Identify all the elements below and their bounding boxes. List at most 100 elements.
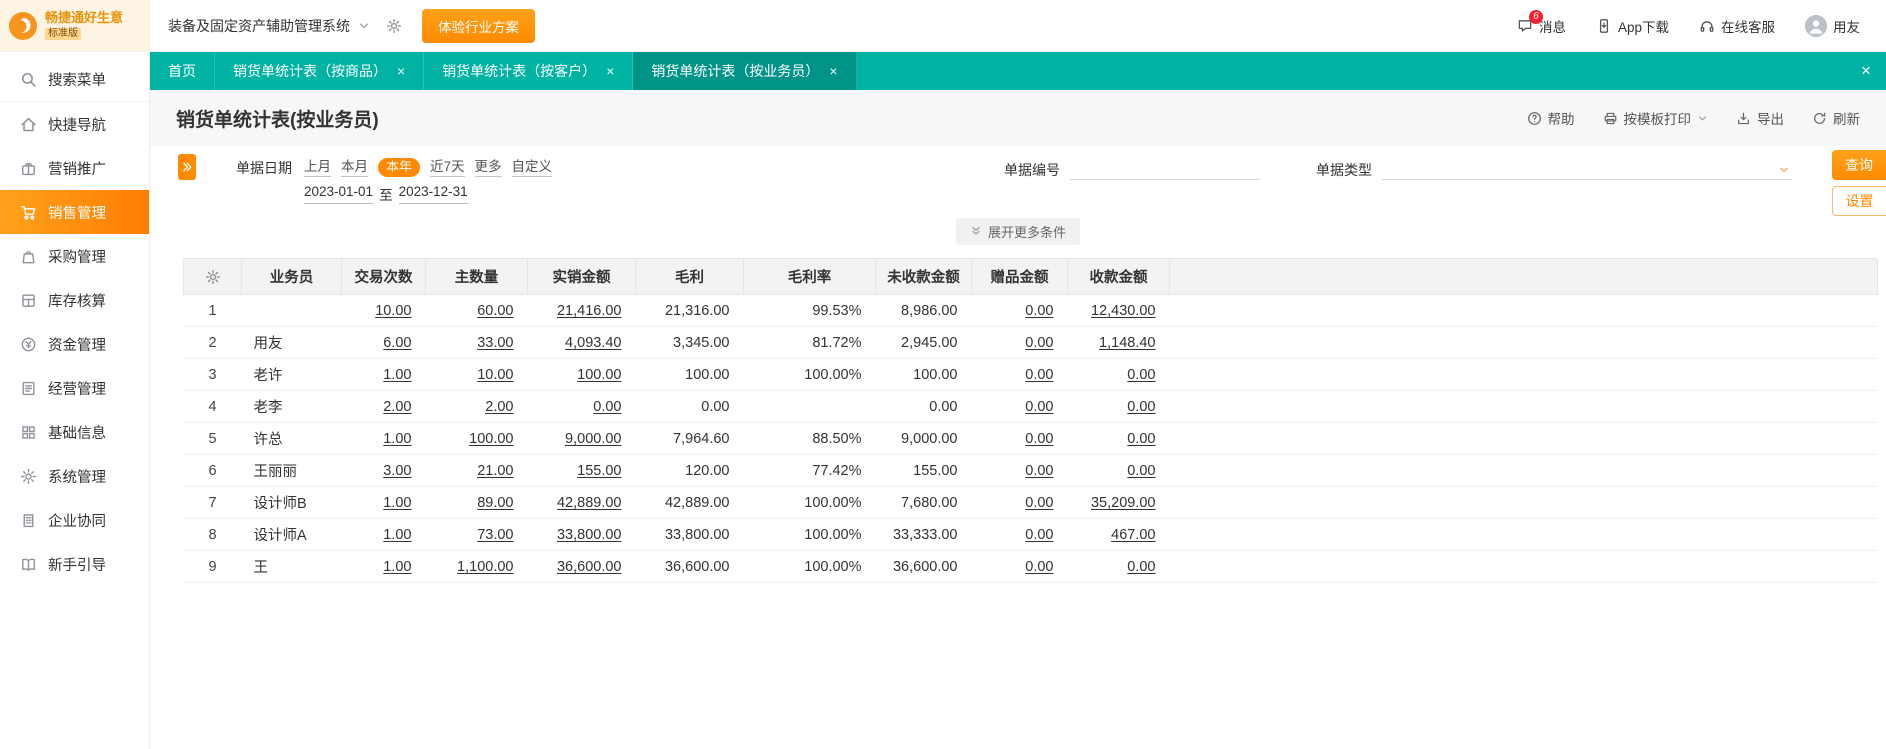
doc-no-input[interactable]: [1070, 158, 1261, 180]
tab-sales-by-customer[interactable]: 销货单统计表（按客户） ×: [424, 52, 634, 90]
drilldown-link[interactable]: 2.00: [485, 399, 513, 415]
drilldown-link[interactable]: 10.00: [477, 367, 513, 383]
logo[interactable]: 畅捷通好生意 标准版: [0, 0, 150, 51]
sidebar-item-funds[interactable]: 资金管理: [0, 322, 149, 366]
drilldown-link[interactable]: 60.00: [477, 303, 513, 319]
doc-type-group: 单据类型: [1316, 158, 1793, 180]
filter-settings-button[interactable]: 设置: [1832, 186, 1886, 216]
drilldown-link[interactable]: 35,209.00: [1091, 495, 1156, 511]
drilldown-link[interactable]: 4,093.40: [565, 335, 621, 351]
sidebar-item-operations[interactable]: 经营管理: [0, 366, 149, 410]
column-settings-icon[interactable]: [205, 269, 221, 285]
drilldown-link[interactable]: 42,889.00: [557, 495, 622, 511]
date-option-last-month[interactable]: 上月: [304, 158, 331, 177]
drilldown-link[interactable]: 100.00: [469, 431, 513, 447]
query-button[interactable]: 查询: [1832, 150, 1886, 180]
print-by-template-button[interactable]: 按模板打印: [1603, 108, 1709, 128]
drilldown-link[interactable]: 0.00: [1127, 463, 1155, 479]
refresh-button[interactable]: 刷新: [1812, 108, 1860, 128]
help-button[interactable]: 帮助: [1527, 108, 1575, 128]
drilldown-link[interactable]: 33,800.00: [557, 527, 622, 543]
drilldown-link[interactable]: 100.00: [577, 367, 621, 383]
sidebar-item-collaboration[interactable]: 企业协同: [0, 498, 149, 542]
system-select[interactable]: 装备及固定资产辅助管理系统: [168, 16, 370, 36]
drilldown-link[interactable]: 0.00: [1025, 335, 1053, 351]
drilldown-link[interactable]: 1.00: [383, 431, 411, 447]
drilldown-link[interactable]: 0.00: [1025, 303, 1053, 319]
online-service-button[interactable]: 在线客服: [1699, 16, 1775, 36]
tab-close-icon[interactable]: ×: [397, 64, 405, 78]
col-header-gift-amount: 赠品金额: [971, 258, 1068, 295]
sidebar-item-quick-nav[interactable]: 快捷导航: [0, 102, 149, 146]
date-option-last-7-days[interactable]: 近7天: [430, 158, 465, 177]
date-option-more[interactable]: 更多: [474, 158, 502, 177]
drilldown-link[interactable]: 0.00: [1127, 367, 1155, 383]
tab-sales-by-salesperson[interactable]: 销货单统计表（按业务员） ×: [633, 52, 857, 90]
drilldown-link[interactable]: 36,600.00: [557, 559, 622, 575]
doc-type-select[interactable]: [1382, 158, 1793, 180]
drilldown-link[interactable]: 0.00: [1025, 527, 1053, 543]
drilldown-link[interactable]: 1.00: [383, 495, 411, 511]
col-header-quantity: 主数量: [425, 258, 528, 295]
row-filler-cell: [1169, 486, 1878, 519]
drilldown-link[interactable]: 9,000.00: [565, 431, 621, 447]
user-menu[interactable]: 用友: [1805, 15, 1860, 37]
drilldown-link[interactable]: 1.00: [383, 527, 411, 543]
drilldown-link[interactable]: 0.00: [1127, 399, 1155, 415]
drilldown-link[interactable]: 1,100.00: [457, 559, 513, 575]
date-option-this-year[interactable]: 本年: [378, 158, 421, 177]
trial-button[interactable]: 体验行业方案: [422, 8, 535, 43]
tab-sales-by-product[interactable]: 销货单统计表（按商品） ×: [215, 52, 425, 90]
drilldown-link[interactable]: 1.00: [383, 559, 411, 575]
tab-close-icon[interactable]: ×: [829, 64, 837, 78]
drilldown-link[interactable]: 467.00: [1111, 527, 1155, 543]
drilldown-link[interactable]: 33.00: [477, 335, 513, 351]
drilldown-link[interactable]: 1.00: [383, 367, 411, 383]
drilldown-link[interactable]: 3.00: [383, 463, 411, 479]
drilldown-link[interactable]: 0.00: [1025, 399, 1053, 415]
date-option-this-month[interactable]: 本月: [341, 158, 368, 177]
sidebar-item-search-menu[interactable]: 搜索菜单: [0, 58, 149, 102]
drilldown-link[interactable]: 0.00: [1127, 559, 1155, 575]
drilldown-link[interactable]: 21,416.00: [557, 303, 622, 319]
date-option-custom[interactable]: 自定义: [511, 158, 553, 177]
sidebar-item-purchase[interactable]: 采购管理: [0, 234, 149, 278]
close-all-tabs-icon[interactable]: ×: [1846, 52, 1886, 90]
drilldown-link[interactable]: 1,148.40: [1099, 335, 1155, 351]
gross-margin-cell: 100.00%: [743, 486, 876, 519]
drilldown-link[interactable]: 0.00: [1025, 367, 1053, 383]
drilldown-link[interactable]: 0.00: [593, 399, 621, 415]
drilldown-link[interactable]: 21.00: [477, 463, 513, 479]
brand-name: 畅捷通好生意: [45, 10, 124, 26]
sidebar-item-inventory[interactable]: 库存核算: [0, 278, 149, 322]
drilldown-link[interactable]: 155.00: [577, 463, 621, 479]
drilldown-link[interactable]: 6.00: [383, 335, 411, 351]
sidebar-item-sales[interactable]: 销售管理: [0, 190, 149, 234]
sidebar-item-guide[interactable]: 新手引导: [0, 542, 149, 586]
drilldown-link[interactable]: 0.00: [1025, 463, 1053, 479]
quantity-cell: 100.00: [425, 422, 528, 455]
export-button[interactable]: 导出: [1736, 108, 1784, 128]
drilldown-link[interactable]: 0.00: [1025, 495, 1053, 511]
settings-gear-icon[interactable]: [386, 18, 402, 34]
drilldown-link[interactable]: 2.00: [383, 399, 411, 415]
drilldown-link[interactable]: 0.00: [1025, 431, 1053, 447]
drilldown-link[interactable]: 89.00: [477, 495, 513, 511]
app-download-button[interactable]: App下载: [1596, 16, 1669, 36]
drilldown-link[interactable]: 73.00: [477, 527, 513, 543]
gross-profit-cell: 36,600.00: [635, 550, 744, 583]
expand-more-button[interactable]: 展开更多条件: [955, 217, 1080, 245]
sidebar-item-marketing[interactable]: 营销推广: [0, 146, 149, 190]
drilldown-link[interactable]: 12,430.00: [1091, 303, 1156, 319]
collapse-filter-button[interactable]: [178, 154, 196, 180]
messages-button[interactable]: 6 消息: [1517, 9, 1566, 36]
sidebar-item-base-info[interactable]: 基础信息: [0, 410, 149, 454]
tab-home[interactable]: 首页: [150, 52, 215, 90]
sidebar-item-system[interactable]: 系统管理: [0, 454, 149, 498]
drilldown-link[interactable]: 0.00: [1025, 559, 1053, 575]
tab-close-icon[interactable]: ×: [606, 64, 614, 78]
drilldown-link[interactable]: 0.00: [1127, 431, 1155, 447]
drilldown-link[interactable]: 10.00: [375, 303, 411, 319]
date-start-input[interactable]: 2023-01-01: [304, 184, 374, 204]
date-end-input[interactable]: 2023-12-31: [398, 184, 468, 204]
